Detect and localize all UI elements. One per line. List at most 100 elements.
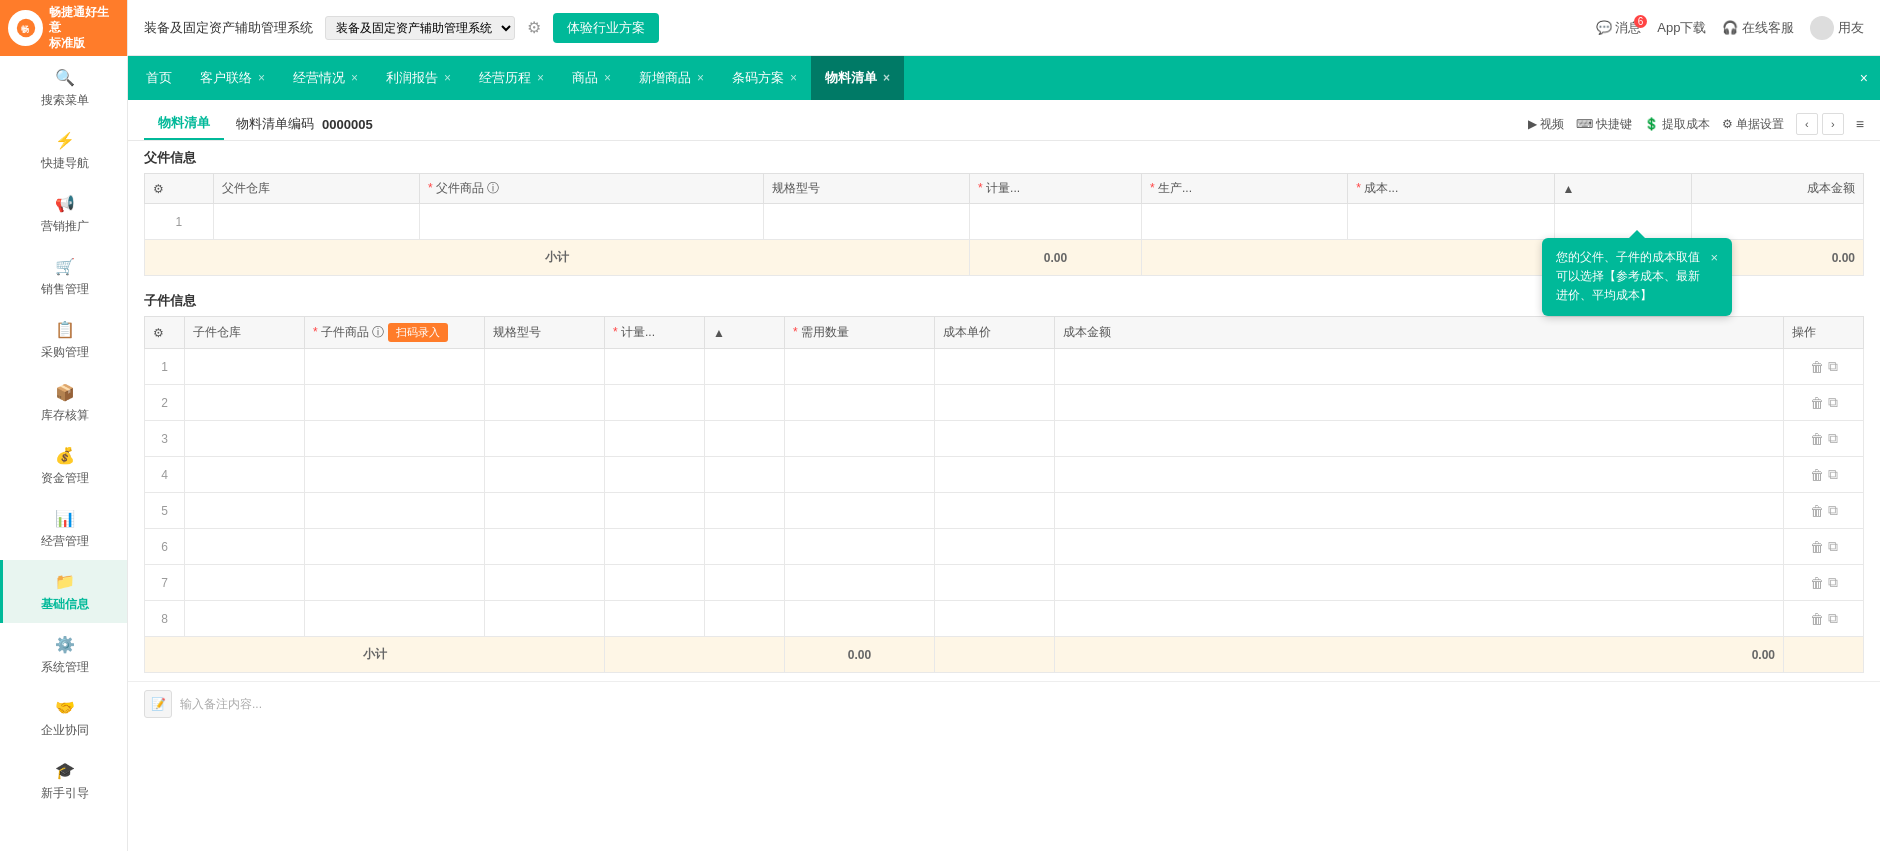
close-profit-tab[interactable]: × [444,71,451,85]
child-row-5-warehouse[interactable] [185,493,305,529]
child-row-8-goods[interactable] [305,601,485,637]
close-bom-tab[interactable]: × [883,71,890,85]
next-arrow[interactable]: › [1822,113,1844,135]
sidebar-item-marketing[interactable]: 📢 营销推广 [0,182,127,245]
scan-button[interactable]: 扫码录入 [388,323,448,342]
close-history-tab[interactable]: × [537,71,544,85]
child-row-4-warehouse[interactable] [185,457,305,493]
delete-icon-row-3[interactable]: 🗑 [1810,431,1824,447]
child-row-4-unit[interactable] [605,457,705,493]
tab-bom[interactable]: 物料清单 × [811,56,904,100]
sidebar-item-guide[interactable]: 🎓 新手引导 [0,749,127,812]
child-row-2-unit-cost[interactable] [935,385,1055,421]
trial-button[interactable]: 体验行业方案 [553,13,659,43]
gear-icon[interactable]: ⚙ [527,18,541,37]
copy-icon-row-1[interactable]: ⧉ [1828,358,1838,375]
user-menu[interactable]: 用友 [1810,16,1864,40]
tab-history[interactable]: 经营历程 × [465,56,558,100]
child-row-2-quantity[interactable] [785,385,935,421]
sidebar-item-cooperation[interactable]: 🤝 企业协同 [0,686,127,749]
child-row-5-quantity[interactable] [785,493,935,529]
child-row-3-unit[interactable] [605,421,705,457]
child-col-gear[interactable]: ⚙ [145,317,185,349]
child-row-4-goods[interactable] [305,457,485,493]
child-row-3-quantity[interactable] [785,421,935,457]
child-row-5-unit[interactable] [605,493,705,529]
tab-operations[interactable]: 经营情况 × [279,56,372,100]
online-service-link[interactable]: 🎧 在线客服 [1722,19,1794,37]
settings-action[interactable]: ⚙ 单据设置 [1722,116,1784,133]
delete-icon-row-8[interactable]: 🗑 [1810,611,1824,627]
parent-row-1-warehouse[interactable] [213,204,419,240]
grid-view-icon[interactable]: ≡ [1856,116,1864,132]
parent-col-gear[interactable]: ⚙ [145,174,214,204]
child-row-7-unit[interactable] [605,565,705,601]
child-row-8-unit-cost[interactable] [935,601,1055,637]
sidebar-item-sales[interactable]: 🛒 销售管理 [0,245,127,308]
message-badge[interactable]: 💬 消息 6 [1596,19,1642,37]
child-row-1-warehouse[interactable] [185,349,305,385]
parent-row-1-production[interactable] [1141,204,1347,240]
child-row-7-warehouse[interactable] [185,565,305,601]
child-row-3-goods[interactable] [305,421,485,457]
close-barcode-tab[interactable]: × [790,71,797,85]
child-row-6-warehouse[interactable] [185,529,305,565]
child-row-2-goods[interactable] [305,385,485,421]
copy-icon-row-4[interactable]: ⧉ [1828,466,1838,483]
child-row-5-spec[interactable] [485,493,605,529]
close-goods-tab[interactable]: × [604,71,611,85]
parent-row-1-unit[interactable] [970,204,1142,240]
delete-icon-row-5[interactable]: 🗑 [1810,503,1824,519]
child-row-4-spec[interactable] [485,457,605,493]
tab-new-goods[interactable]: 新增商品 × [625,56,718,100]
copy-icon-row-6[interactable]: ⧉ [1828,538,1838,555]
parent-row-1-goods[interactable] [420,204,764,240]
child-row-3-unit-cost[interactable] [935,421,1055,457]
child-row-6-unit-cost[interactable] [935,529,1055,565]
child-row-2-warehouse[interactable] [185,385,305,421]
child-row-7-quantity[interactable] [785,565,935,601]
child-row-7-unit-cost[interactable] [935,565,1055,601]
parent-row-1-cost[interactable] [1348,204,1554,240]
copy-icon-row-2[interactable]: ⧉ [1828,394,1838,411]
child-row-7-spec[interactable] [485,565,605,601]
child-row-8-spec[interactable] [485,601,605,637]
delete-icon-row-7[interactable]: 🗑 [1810,575,1824,591]
sidebar-item-system[interactable]: ⚙️ 系统管理 [0,623,127,686]
child-row-7-goods[interactable] [305,565,485,601]
tab-customers[interactable]: 客户联络 × [186,56,279,100]
sidebar-item-search[interactable]: 🔍 搜索菜单 [0,56,127,119]
sidebar-item-purchase[interactable]: 📋 采购管理 [0,308,127,371]
delete-icon-row-1[interactable]: 🗑 [1810,359,1824,375]
child-row-6-spec[interactable] [485,529,605,565]
child-row-1-spec[interactable] [485,349,605,385]
video-action[interactable]: ▶ 视频 [1528,116,1564,133]
close-new-goods-tab[interactable]: × [697,71,704,85]
child-row-1-goods[interactable] [305,349,485,385]
copy-icon-row-5[interactable]: ⧉ [1828,502,1838,519]
child-row-1-quantity[interactable] [785,349,935,385]
prev-arrow[interactable]: ‹ [1796,113,1818,135]
delete-icon-row-2[interactable]: 🗑 [1810,395,1824,411]
tab-goods[interactable]: 商品 × [558,56,625,100]
cost-action[interactable]: 💲 提取成本 [1644,116,1710,133]
sidebar-item-operations[interactable]: 📊 经营管理 [0,497,127,560]
child-row-6-unit[interactable] [605,529,705,565]
child-row-1-unit[interactable] [605,349,705,385]
child-row-2-spec[interactable] [485,385,605,421]
sidebar-item-inventory[interactable]: 📦 库存核算 [0,371,127,434]
child-row-5-unit-cost[interactable] [935,493,1055,529]
child-row-8-quantity[interactable] [785,601,935,637]
app-download-link[interactable]: App下载 [1657,19,1706,37]
child-row-6-goods[interactable] [305,529,485,565]
child-row-8-warehouse[interactable] [185,601,305,637]
parent-row-1-spec[interactable] [763,204,969,240]
child-row-6-quantity[interactable] [785,529,935,565]
child-row-4-quantity[interactable] [785,457,935,493]
close-operations-tab[interactable]: × [351,71,358,85]
child-row-2-unit[interactable] [605,385,705,421]
note-icon[interactable]: 📝 [144,690,172,718]
sidebar-item-basic-info[interactable]: 📁 基础信息 [0,560,127,623]
child-row-3-warehouse[interactable] [185,421,305,457]
sidebar-item-quick-nav[interactable]: ⚡ 快捷导航 [0,119,127,182]
